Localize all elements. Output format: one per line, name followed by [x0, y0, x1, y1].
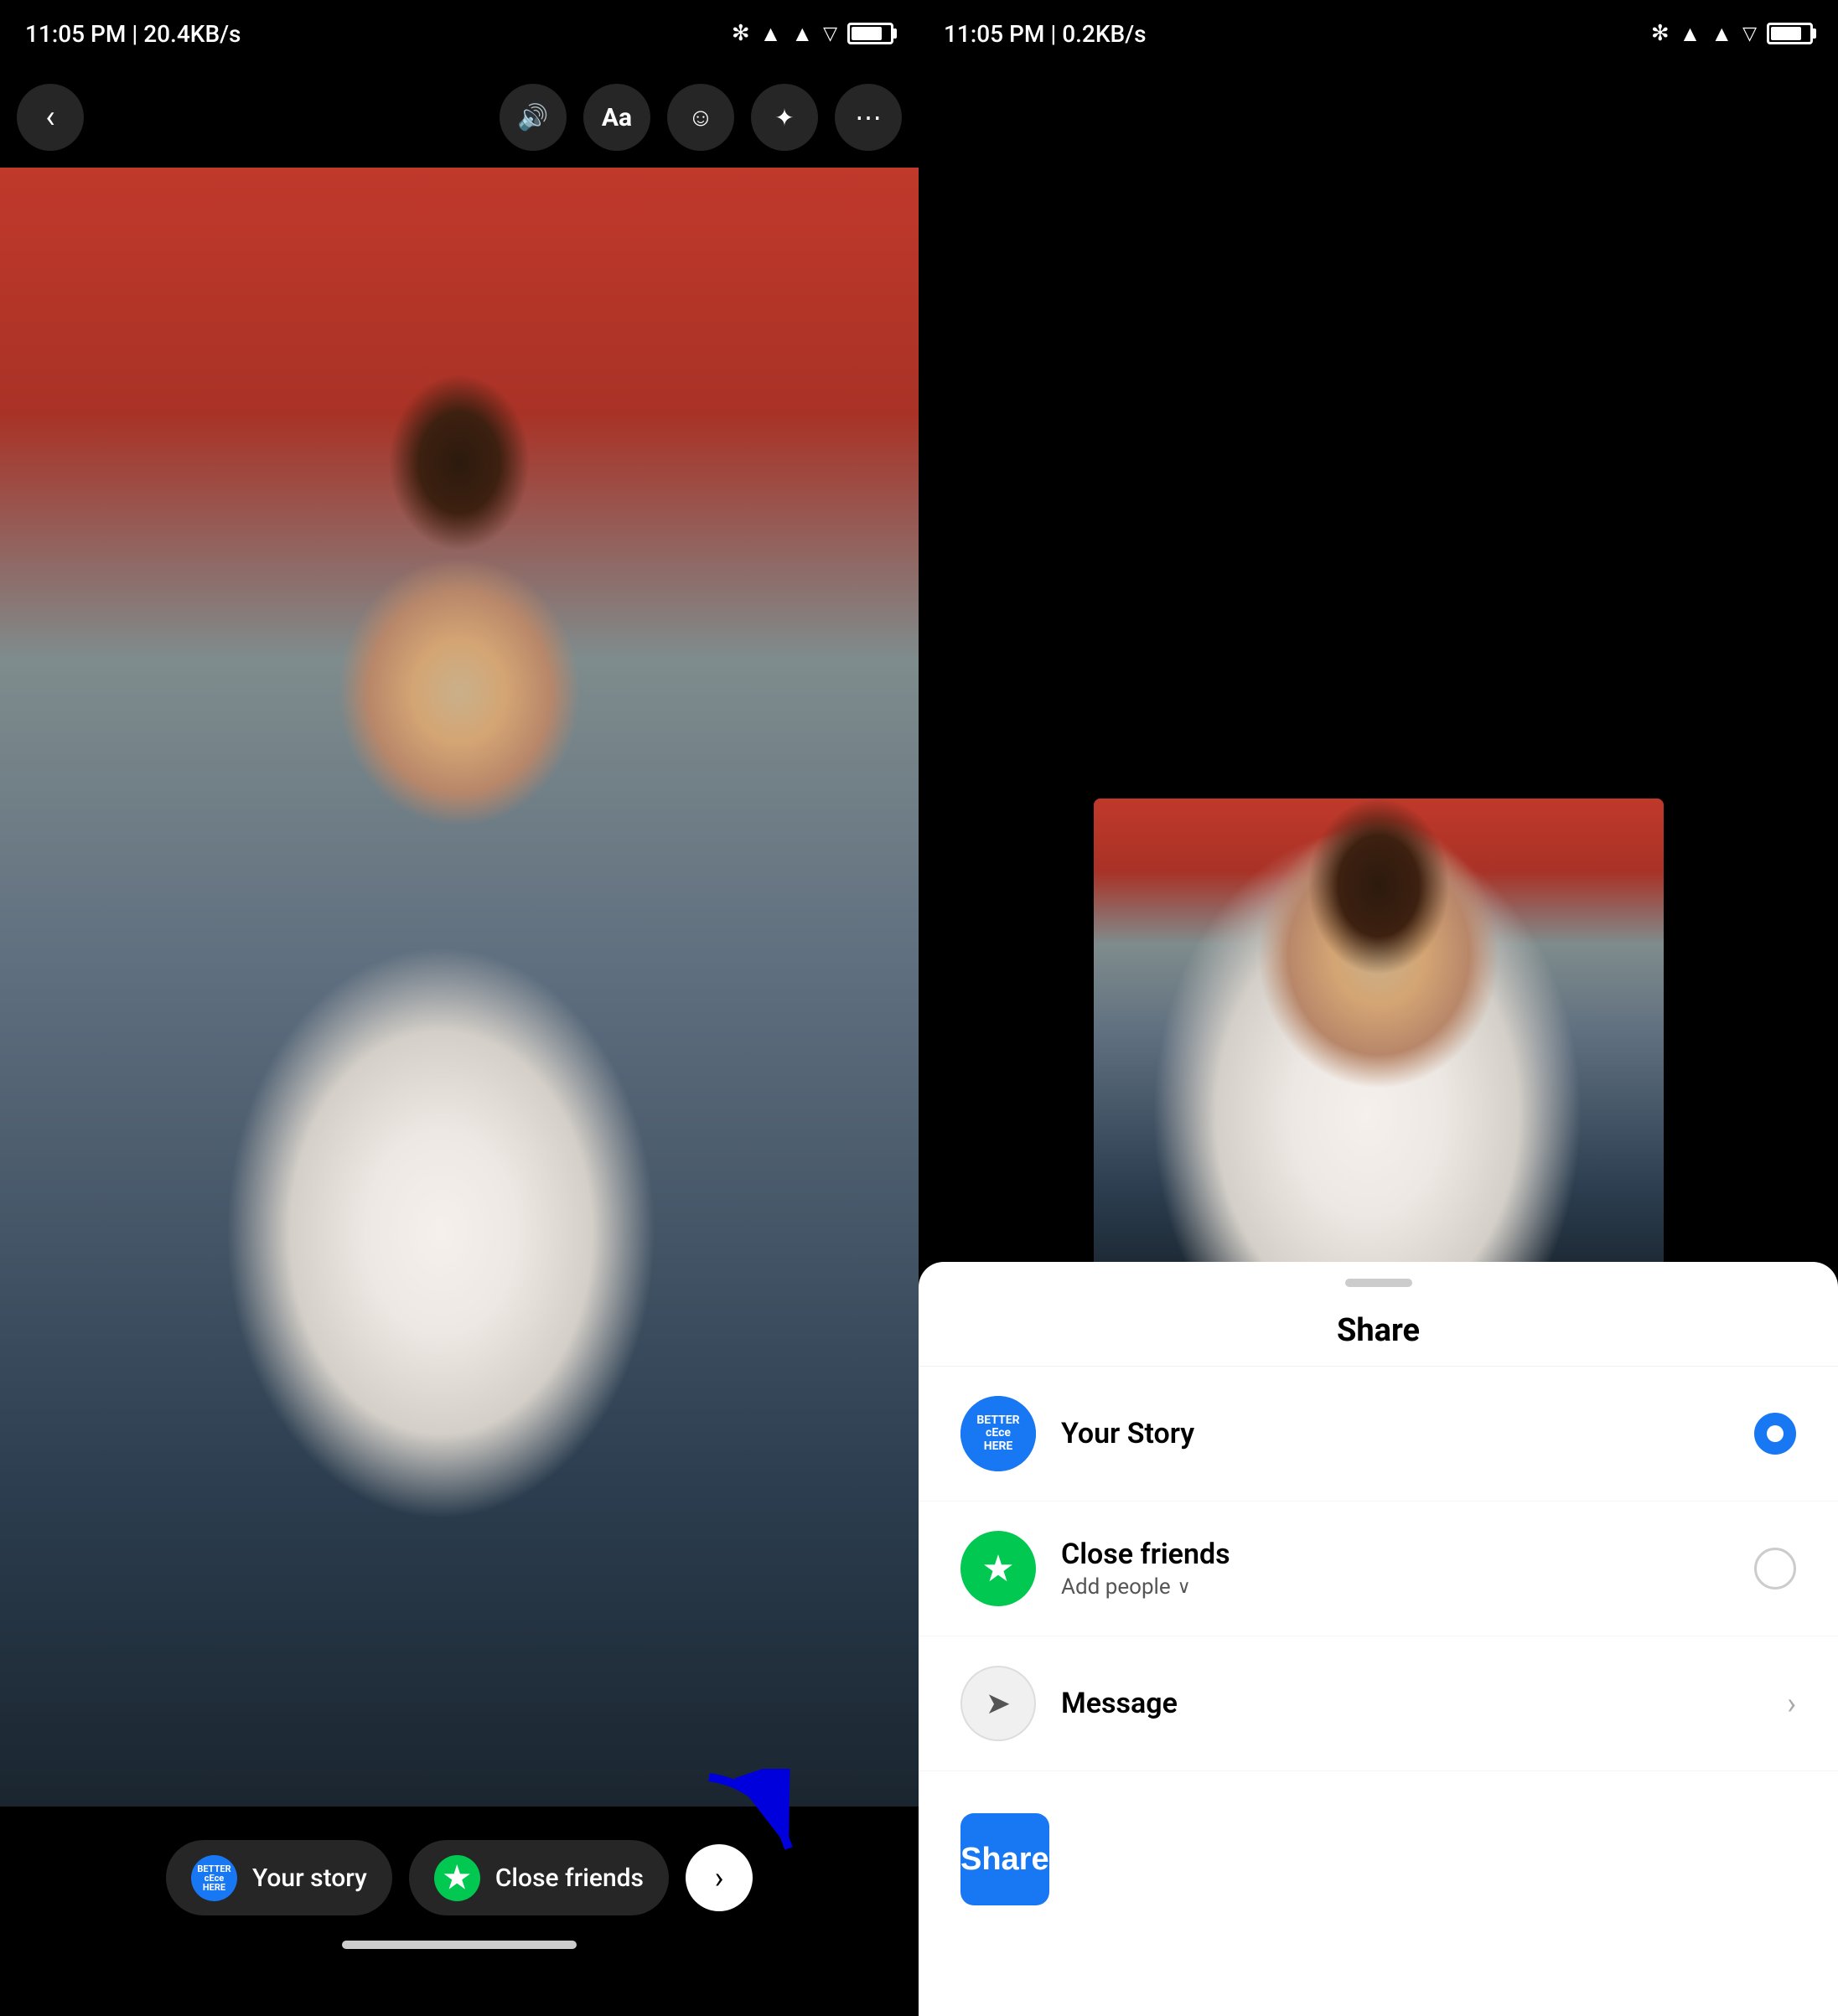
close-friends-subtitle: Add people ∨: [1061, 1574, 1729, 1600]
your-story-icon: BETTERcEceHERE: [960, 1396, 1036, 1471]
chevron-down-icon: ∨: [1178, 1577, 1191, 1598]
signal-icon-r3: ▽: [1742, 23, 1757, 44]
signal-icon-r1: ▲: [1680, 21, 1701, 47]
status-bar-right: 11:05 PM | 0.2KB/s ✻ ▲ ▲ ▽: [919, 0, 1838, 67]
sticker-button[interactable]: ☺: [667, 84, 734, 151]
more-button[interactable]: ⋯: [835, 84, 902, 151]
sticker-icon: ☺: [688, 103, 714, 132]
message-chevron-icon: ›: [1787, 1686, 1796, 1721]
message-text: Message: [1061, 1687, 1762, 1720]
message-icon: ➤: [960, 1666, 1036, 1741]
close-friends-star-icon: ★: [981, 1547, 1014, 1590]
send-icon: ➤: [986, 1686, 1011, 1721]
video-content-left: [0, 168, 919, 1807]
video-frame-right: [1094, 799, 1664, 1285]
story-actions-row: BETTERcEceHERE Your story ★ Close friend…: [166, 1840, 753, 1915]
close-friends-icon: ★: [960, 1531, 1036, 1606]
blue-arrow-right: [1821, 1796, 1838, 1947]
toolbar-left: ‹ 🔊 Aa ☺ ✦ ⋯: [0, 67, 919, 168]
battery-icon: [847, 23, 893, 44]
status-icons-left: ✻ ▲ ▲ ▽: [732, 21, 893, 47]
bottom-bar-left: BETTERcEceHERE Your story ★ Close friend…: [0, 1807, 919, 2016]
close-friends-option[interactable]: ★ Close friends Add people ∨: [919, 1502, 1838, 1636]
status-bar-left: 11:05 PM | 20.4KB/s ✻ ▲ ▲ ▽: [0, 0, 919, 67]
time-speed-left: 11:05 PM | 20.4KB/s: [25, 20, 241, 48]
share-sheet: Share BETTERcEceHERE Your Story ★ Close …: [919, 1262, 1838, 2016]
video-area-left: [0, 168, 919, 1807]
battery-icon-right: [1767, 23, 1813, 44]
share-button[interactable]: Share: [960, 1813, 1049, 1905]
close-friends-pill[interactable]: ★ Close friends: [409, 1840, 669, 1915]
your-story-label: Your story: [252, 1864, 367, 1893]
signal-icon-3: ▽: [823, 23, 837, 44]
video-frame-left: [0, 168, 919, 1807]
your-story-radio[interactable]: [1754, 1413, 1796, 1455]
close-friends-radio[interactable]: [1754, 1548, 1796, 1590]
message-option[interactable]: ➤ Message ›: [919, 1636, 1838, 1771]
bch-logo-large: BETTERcEceHERE: [960, 1396, 1036, 1471]
text-button[interactable]: Aa: [583, 84, 650, 151]
close-friends-label: Close friends: [495, 1864, 644, 1893]
more-icon: ⋯: [855, 101, 882, 133]
close-friends-option-title: Close friends: [1061, 1538, 1729, 1571]
bluetooth-icon-r: ✻: [1651, 21, 1670, 46]
time-speed-right: 11:05 PM | 0.2KB/s: [944, 20, 1147, 48]
left-panel: 11:05 PM | 20.4KB/s ✻ ▲ ▲ ▽ ‹ 🔊 Aa: [0, 0, 919, 2016]
your-story-text: Your Story: [1061, 1417, 1729, 1450]
share-button-label: Share: [960, 1842, 1049, 1878]
text-icon: Aa: [602, 103, 632, 132]
your-story-option[interactable]: BETTERcEceHERE Your Story: [919, 1367, 1838, 1502]
sparkle-icon: ✦: [774, 104, 794, 132]
video-content-right: [1094, 799, 1664, 1285]
your-story-option-title: Your Story: [1061, 1417, 1729, 1450]
close-friends-text: Close friends Add people ∨: [1061, 1538, 1729, 1600]
signal-icon-r2: ▲: [1711, 21, 1732, 47]
message-option-title: Message: [1061, 1687, 1762, 1720]
signal-icon-1: ▲: [760, 21, 782, 47]
volume-icon: 🔊: [517, 103, 548, 132]
sheet-handle: [1345, 1279, 1412, 1287]
radio-inner-your-story: [1767, 1425, 1784, 1442]
tool-icons-group: 🔊 Aa ☺ ✦ ⋯: [500, 84, 902, 151]
bluetooth-icon: ✻: [732, 21, 750, 46]
star-icon: ★: [443, 1860, 470, 1895]
status-icons-right: ✻ ▲ ▲ ▽: [1651, 21, 1813, 47]
share-title: Share: [919, 1295, 1838, 1367]
back-button[interactable]: ‹: [17, 84, 84, 151]
your-story-pill[interactable]: BETTERcEceHERE Your story: [166, 1840, 392, 1915]
sparkle-button[interactable]: ✦: [751, 84, 818, 151]
close-friends-avatar: ★: [434, 1855, 480, 1901]
signal-icon-2: ▲: [791, 21, 813, 47]
nav-indicator-left: [342, 1941, 577, 1949]
your-story-avatar: BETTERcEceHERE: [191, 1855, 237, 1901]
right-panel: 11:05 PM | 0.2KB/s ✻ ▲ ▲ ▽ Share BETTERc…: [919, 0, 1838, 2016]
blue-arrow-left: [701, 1769, 801, 1869]
volume-button[interactable]: 🔊: [500, 84, 567, 151]
